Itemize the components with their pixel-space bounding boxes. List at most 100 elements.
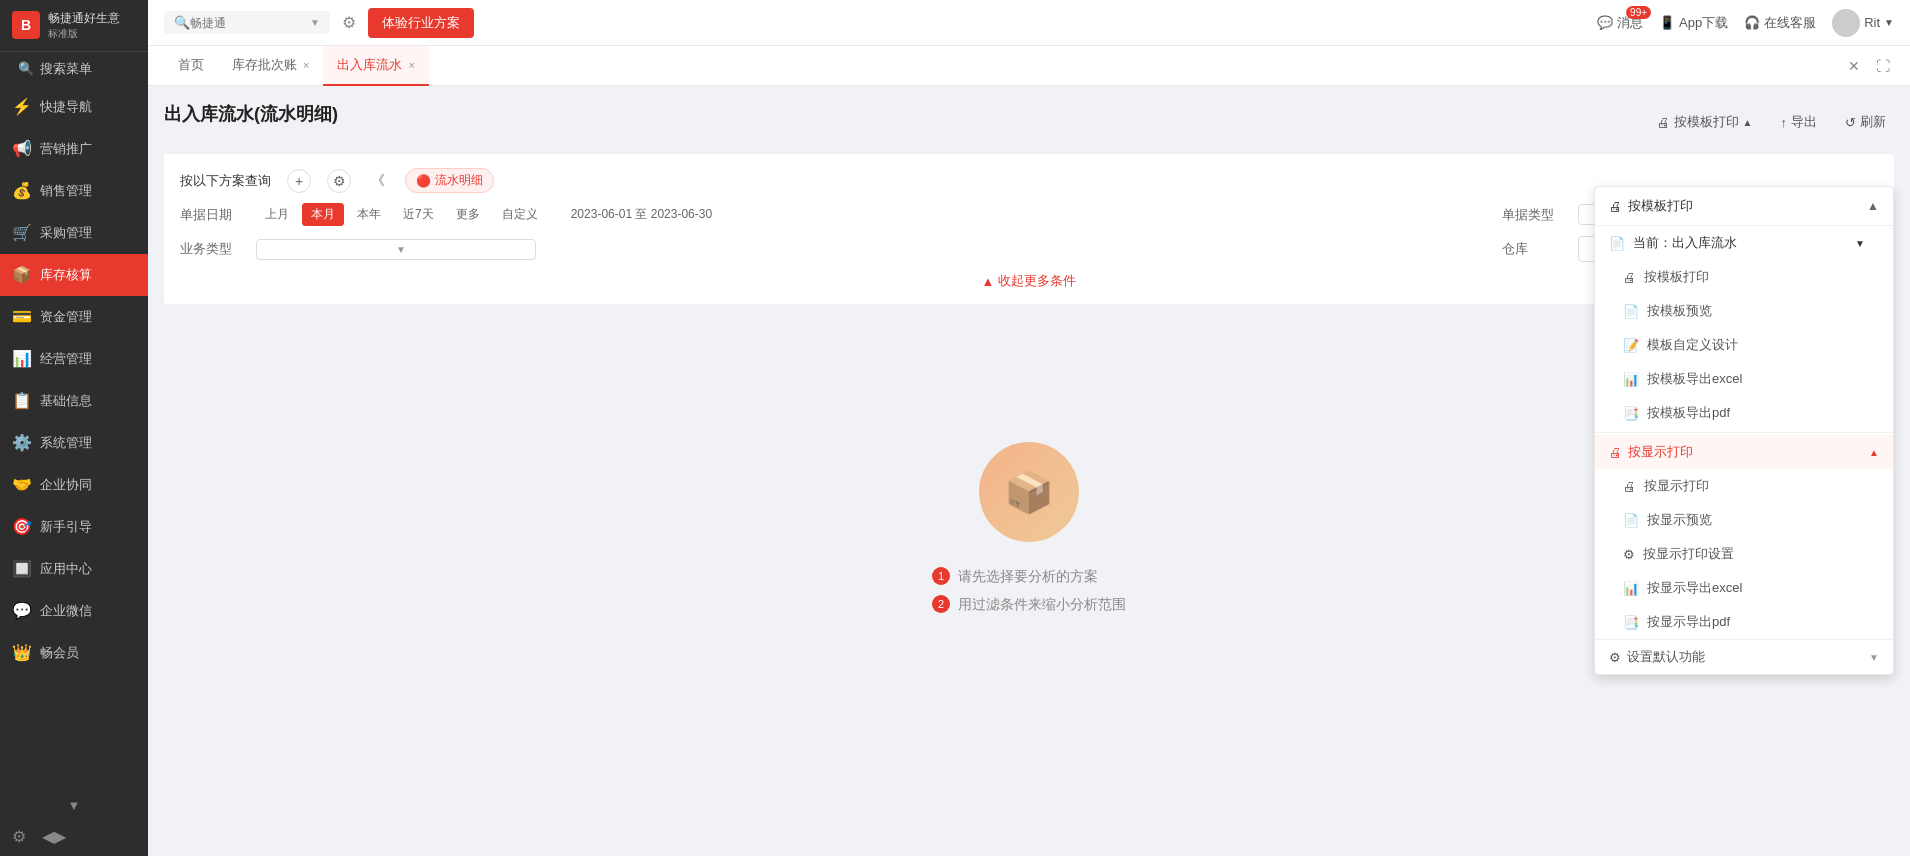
message-item[interactable]: 💬 消息 99+ (1597, 14, 1643, 32)
date-btn-more[interactable]: 更多 (447, 203, 489, 226)
gear-icon[interactable]: ⚙ (342, 13, 356, 32)
export-button[interactable]: ↑ 导出 (1773, 109, 1826, 135)
biz-type-select[interactable]: ▼ (256, 239, 536, 260)
logo-icon: B (12, 11, 40, 39)
chevron-up-icon: ▲ (1743, 117, 1753, 128)
tab-flow[interactable]: 出入库流水 × (323, 46, 428, 86)
app-download-item[interactable]: 📱 App下载 (1659, 14, 1728, 32)
date-btn-prev-month[interactable]: 上月 (256, 203, 298, 226)
tab-batch-account[interactable]: 库存批次账 × (218, 46, 323, 86)
brand-name: 畅捷通好生意 (48, 10, 120, 27)
sidebar-item-purchase[interactable]: 🛒 采购管理 (0, 212, 148, 254)
biz-type-label: 业务类型 (180, 240, 240, 258)
sidebar-item-system[interactable]: ⚙️ 系统管理 (0, 422, 148, 464)
print-template-button[interactable]: 🖨 按模板打印 ▲ (1649, 109, 1761, 135)
customer-service-item[interactable]: 🎧 在线客服 (1744, 14, 1816, 32)
template-preview-icon: 📄 (1623, 304, 1639, 319)
add-filter-button[interactable]: + (287, 169, 311, 193)
active-filter-tag[interactable]: 🔴 流水明细 (405, 168, 494, 193)
sidebar-item-label: 基础信息 (40, 392, 92, 410)
chevron-up-icon: ▲ (982, 274, 995, 289)
settings-icon[interactable]: ⚙ (12, 827, 26, 846)
system-icon: ⚙️ (12, 433, 32, 453)
empty-steps: 1 请先选择要分析的方案 2 用过滤条件来缩小分析范围 (932, 562, 1126, 618)
sidebar-item-marketing[interactable]: 📢 营销推广 (0, 128, 148, 170)
main-content: 🔍 ▼ ⚙ 体验行业方案 💬 消息 99+ 📱 App下载 🎧 (148, 0, 1910, 856)
dropdown-item-template-print[interactable]: 🖨 按模板打印 (1595, 260, 1893, 294)
sidebar-item-wechat[interactable]: 💬 企业微信 (0, 590, 148, 632)
dropdown-item-template-export-excel[interactable]: 📊 按模板导出excel (1595, 362, 1893, 396)
tabs-bar: 首页 库存批次账 × 出入库流水 × ✕ ⛶ (148, 46, 1910, 86)
sidebar-item-operations[interactable]: 📊 经营管理 (0, 338, 148, 380)
template-export-excel-label: 按模板导出excel (1647, 370, 1742, 388)
dropdown-item-display-export-pdf[interactable]: 📑 按显示导出pdf (1595, 605, 1893, 639)
sidebar-item-label: 新手引导 (40, 518, 92, 536)
date-btn-last-7days[interactable]: 近7天 (394, 203, 443, 226)
sidebar-item-member[interactable]: 👑 畅会员 (0, 632, 148, 674)
page-title: 出入库流水(流水明细) (164, 102, 338, 126)
dropdown-display-section-label: 🖨 按显示打印 (1609, 443, 1693, 461)
dropdown-item-display-export-excel[interactable]: 📊 按显示导出excel (1595, 571, 1893, 605)
print-template-title-icon: 🖨 (1609, 199, 1622, 214)
dropdown-item-template-export-pdf[interactable]: 📑 按模板导出pdf (1595, 396, 1893, 430)
dropdown-item-display-preview[interactable]: 📄 按显示预览 (1595, 503, 1893, 537)
marketing-icon: 📢 (12, 139, 32, 159)
sidebar-item-label: 销售管理 (40, 182, 92, 200)
user-profile[interactable]: Rit ▼ (1832, 9, 1894, 37)
display-section-arrow: ▲ (1869, 447, 1879, 458)
refresh-button[interactable]: ↺ 刷新 (1837, 109, 1894, 135)
topbar: 🔍 ▼ ⚙ 体验行业方案 💬 消息 99+ 📱 App下载 🎧 (148, 0, 1910, 46)
sidebar-item-cooperation[interactable]: 🤝 企业协同 (0, 464, 148, 506)
sidebar-scroll-down[interactable]: ▼ (0, 794, 148, 817)
sidebar-item-finance[interactable]: 💳 资金管理 (0, 296, 148, 338)
dropdown-item-display-print[interactable]: 🖨 按显示打印 (1595, 469, 1893, 503)
search-menu[interactable]: 🔍 搜索菜单 (0, 52, 148, 86)
dropdown-item-template-preview[interactable]: 📄 按模板预览 (1595, 294, 1893, 328)
user-dropdown-icon: ▼ (1884, 17, 1894, 28)
topbar-search-input[interactable] (190, 16, 310, 30)
topbar-search-dropdown-icon[interactable]: ▼ (310, 17, 320, 28)
tab-flow-label: 出入库流水 (337, 56, 402, 74)
dropdown-current-item[interactable]: 📄 当前：出入库流水 ▼ (1595, 226, 1893, 260)
sidebar-item-inventory[interactable]: 📦 库存核算 (0, 254, 148, 296)
filter-settings-button[interactable]: ⚙ (327, 169, 351, 193)
guide-icon: 🎯 (12, 517, 32, 537)
tab-maximize-button[interactable]: ⛶ (1872, 56, 1894, 76)
tab-batch-account-close[interactable]: × (303, 59, 309, 71)
search-menu-label: 搜索菜单 (40, 60, 92, 78)
date-btn-current-year[interactable]: 本年 (348, 203, 390, 226)
dropdown-display-section-header[interactable]: 🖨 按显示打印 ▲ (1595, 435, 1893, 469)
sidebar-item-quick-nav[interactable]: ⚡ 快捷导航 (0, 86, 148, 128)
tab-restore-button[interactable]: ✕ (1844, 56, 1864, 76)
app-download-label: App下载 (1679, 14, 1728, 32)
filter-collapse-button[interactable]: 《 (367, 170, 389, 192)
sidebar-item-guide[interactable]: 🎯 新手引导 (0, 506, 148, 548)
filter-search-label: 按以下方案查询 (180, 172, 271, 190)
tab-flow-close[interactable]: × (408, 59, 414, 71)
display-preview-label: 按显示预览 (1647, 511, 1712, 529)
sidebar-item-label: 企业微信 (40, 602, 92, 620)
display-excel-icon: 📊 (1623, 581, 1639, 596)
type-label: 单据类型 (1502, 206, 1562, 224)
tab-home[interactable]: 首页 (164, 46, 218, 86)
collapse-icon[interactable]: ◀▶ (42, 827, 66, 846)
date-btn-current-month[interactable]: 本月 (302, 203, 344, 226)
tab-batch-account-label: 库存批次账 (232, 56, 297, 74)
template-print-icon: 🖨 (1623, 270, 1636, 285)
dropdown-item-template-custom[interactable]: 📝 模板自定义设计 (1595, 328, 1893, 362)
sidebar-item-app-center[interactable]: 🔲 应用中心 (0, 548, 148, 590)
dropdown-footer[interactable]: ⚙ 设置默认功能 ▼ (1595, 639, 1893, 674)
print-icon: 🖨 (1657, 115, 1670, 130)
sidebar-item-basic[interactable]: 📋 基础信息 (0, 380, 148, 422)
step1-num: 1 (932, 567, 950, 585)
dropdown-item-display-print-settings[interactable]: ⚙ 按显示打印设置 (1595, 537, 1893, 571)
sidebar-item-sales[interactable]: 💰 销售管理 (0, 170, 148, 212)
print-dropdown-panel: 🖨 按模板打印 ▲ 📄 当前：出入库流水 ▼ 🖨 按模板打印 (1594, 186, 1894, 675)
date-btn-custom[interactable]: 自定义 (493, 203, 547, 226)
headset-icon: 🎧 (1744, 15, 1760, 30)
industry-solution-button[interactable]: 体验行业方案 (368, 8, 474, 38)
footer-arrow: ▼ (1869, 652, 1879, 663)
display-export-excel-label: 按显示导出excel (1647, 579, 1742, 597)
topbar-search-box[interactable]: 🔍 ▼ (164, 11, 330, 34)
warehouse-label: 仓库 (1502, 240, 1562, 258)
